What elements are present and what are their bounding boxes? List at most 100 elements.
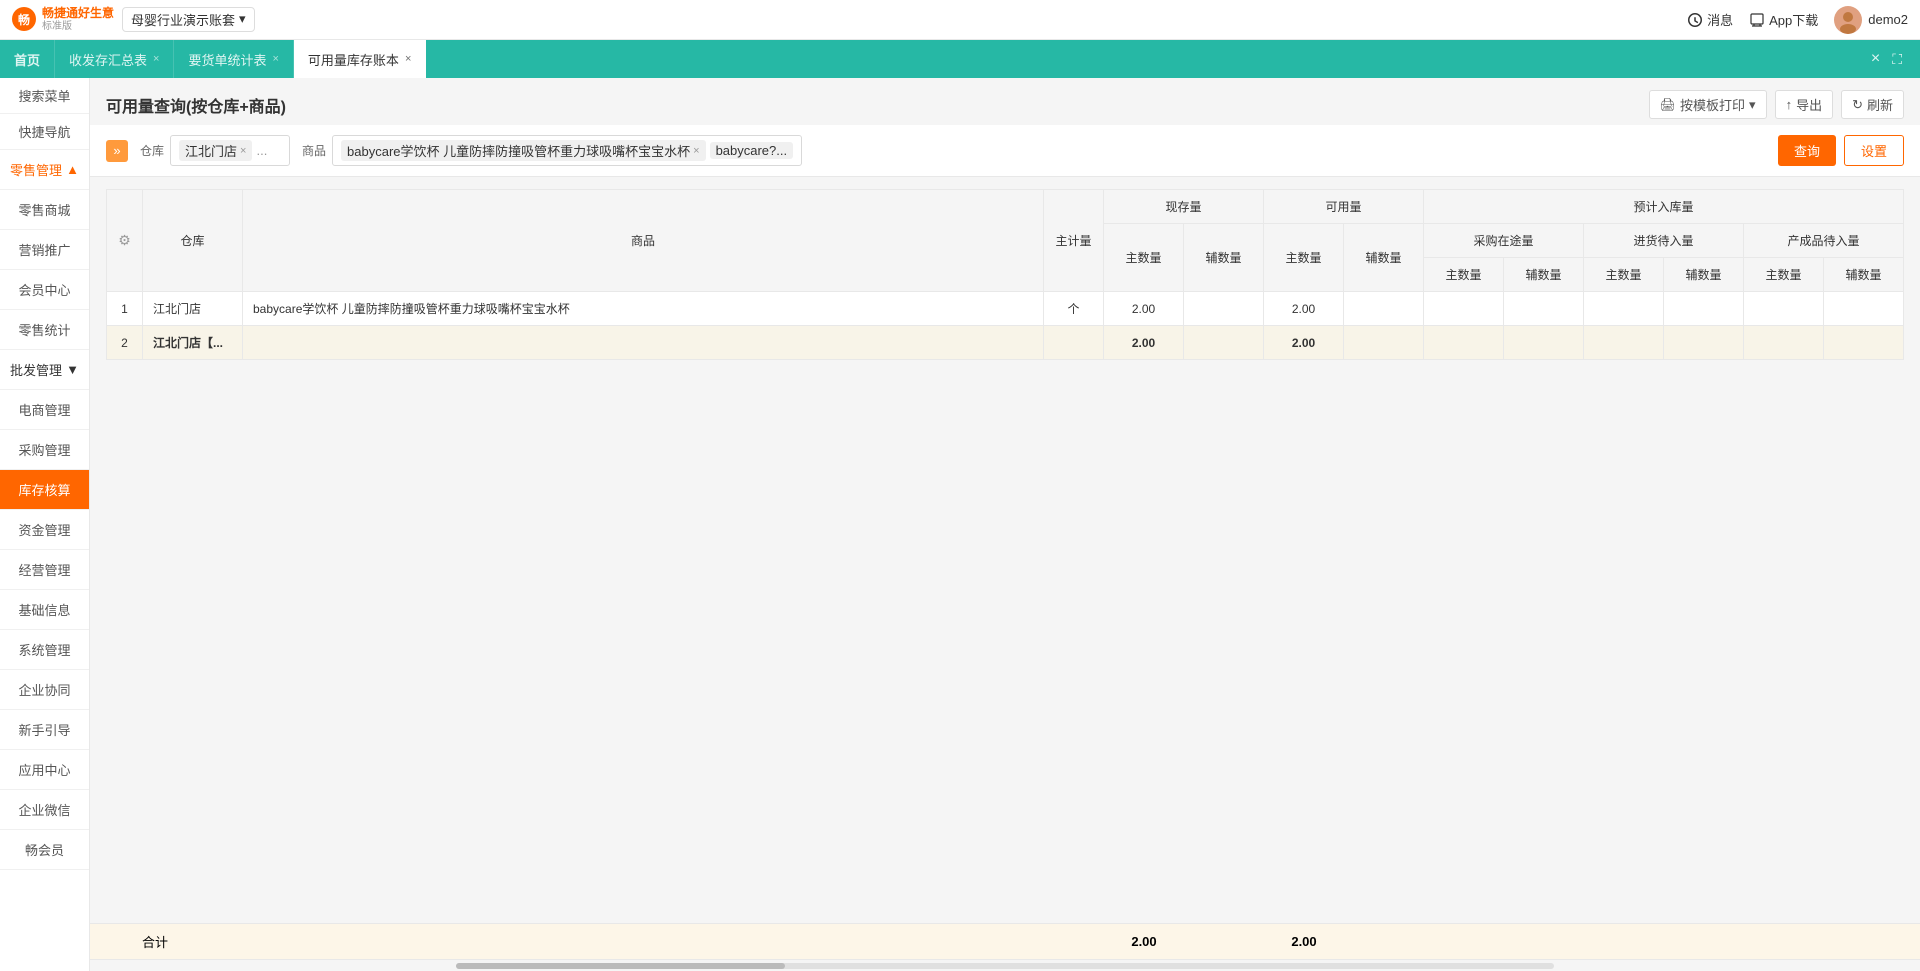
sidebar-item-purchase[interactable]: 采购管理 — [0, 430, 89, 470]
warehouse-tag-value: 江北门店 — [185, 141, 237, 160]
row2-incoming-main — [1584, 326, 1664, 360]
product-tag1-close[interactable]: × — [693, 145, 699, 157]
th-incoming: 进货待入量 — [1584, 224, 1744, 258]
tab-shoufacun-label: 收发存汇总表 — [69, 50, 147, 69]
product-filter: 商品 babycare学饮杯 儿童防摔防撞吸管杯重力球吸嘴杯宝宝水杯 × bab… — [302, 135, 802, 166]
close-all-tabs-button[interactable]: × — [1865, 50, 1886, 68]
sidebar-item-basic-info[interactable]: 基础信息 — [0, 590, 89, 630]
sidebar-item-new-guide[interactable]: 新手引导 — [0, 710, 89, 750]
print-template-label: 按模板打印 — [1680, 95, 1745, 114]
row1-stock-main: 2.00 — [1104, 292, 1184, 326]
retail-mgmt-label: 零售管理 — [10, 160, 62, 179]
template-value: 母婴行业演示账套 — [131, 10, 235, 29]
product-tag2: babycare?... — [710, 142, 794, 159]
th-current-stock: 现存量 — [1104, 190, 1264, 224]
tab-home-label: 首页 — [14, 50, 40, 69]
sidebar-item-retail-stats[interactable]: 零售统计 — [0, 310, 89, 350]
sidebar-item-ecommerce[interactable]: 电商管理 — [0, 390, 89, 430]
filter-actions: 查询 设置 — [1778, 135, 1904, 166]
row2-pur-transit-main — [1424, 326, 1504, 360]
row2-product — [243, 326, 1044, 360]
sidebar-item-enterprise-wechat[interactable]: 企业微信 — [0, 790, 89, 830]
horizontal-scrollbar[interactable] — [90, 959, 1920, 971]
sidebar-item-finance[interactable]: 资金管理 — [0, 510, 89, 550]
product-label: 商品 — [302, 142, 326, 159]
avatar — [1834, 6, 1862, 34]
footer-avail-main: 2.00 — [1264, 934, 1344, 949]
filter-expand-button[interactable]: » — [106, 140, 128, 162]
refresh-button[interactable]: ↻ 刷新 — [1841, 90, 1904, 119]
tab-home[interactable]: 首页 — [0, 40, 55, 78]
footer-stock-main: 2.00 — [1104, 934, 1184, 949]
warehouse-tag: 江北门店 × — [179, 140, 252, 161]
app-download-button[interactable]: App下载 — [1749, 10, 1818, 29]
refresh-icon: ↻ — [1852, 97, 1863, 113]
sidebar-item-enterprise-collab[interactable]: 企业协同 — [0, 670, 89, 710]
row2-finished-main — [1744, 326, 1824, 360]
row1-avail-main: 2.00 — [1264, 292, 1344, 326]
row2-avail-main: 2.00 — [1264, 326, 1344, 360]
sidebar-item-operations[interactable]: 经营管理 — [0, 550, 89, 590]
logo-title: 畅捷通好生意 — [42, 6, 114, 20]
warehouse-tag-close[interactable]: × — [240, 145, 246, 157]
main-layout: 搜索菜单 快捷导航 零售管理 ▲ 零售商城 营销推广 会员中心 零售统计 批发管… — [0, 78, 1920, 971]
query-button[interactable]: 查询 — [1778, 135, 1836, 166]
gear-icon[interactable]: ⚙ — [118, 232, 131, 248]
export-button[interactable]: ↑ 导出 — [1775, 90, 1834, 119]
tab-available-label: 可用量库存账本 — [308, 50, 399, 69]
row1-unit: 个 — [1044, 292, 1104, 326]
top-bar-left: 畅 畅捷通好生意 标准版 母婴行业演示账套 ▾ — [12, 6, 255, 32]
row1-num: 1 — [107, 292, 143, 326]
sidebar-item-retail-mall[interactable]: 零售商城 — [0, 190, 89, 230]
tab-available[interactable]: 可用量库存账本 × — [294, 40, 426, 78]
export-icon: ↑ — [1786, 97, 1793, 112]
nav-tab-actions: × ⛶ — [1853, 40, 1920, 78]
th-pur-transit-aux: 辅数量 — [1504, 258, 1584, 292]
row1-finished-main — [1744, 292, 1824, 326]
sidebar-item-marketing[interactable]: 营销推广 — [0, 230, 89, 270]
template-select[interactable]: 母婴行业演示账套 ▾ — [122, 7, 255, 32]
sidebar: 搜索菜单 快捷导航 零售管理 ▲ 零售商城 营销推广 会员中心 零售统计 批发管… — [0, 78, 90, 971]
sidebar-item-member-center[interactable]: 会员中心 — [0, 270, 89, 310]
tab-available-close[interactable]: × — [405, 53, 411, 65]
product-tag2-value: babycare?... — [716, 143, 788, 158]
tab-yaohuo-close[interactable]: × — [272, 53, 278, 65]
th-finished-aux: 辅数量 — [1824, 258, 1904, 292]
message-button[interactable]: 消息 — [1687, 10, 1733, 29]
sidebar-item-wholesale-mgmt[interactable]: 批发管理 ▼ — [0, 350, 89, 390]
row1-pur-transit-aux — [1504, 292, 1584, 326]
app-download-label: App下载 — [1769, 10, 1818, 29]
scroll-track — [456, 963, 1554, 969]
export-label: 导出 — [1796, 95, 1822, 114]
refresh-label: 刷新 — [1867, 95, 1893, 114]
sidebar-item-inventory[interactable]: 库存核算 — [0, 470, 89, 510]
settings-button[interactable]: 设置 — [1844, 135, 1904, 166]
th-pur-transit-main: 主数量 — [1424, 258, 1504, 292]
th-pur-transit: 采购在途量 — [1424, 224, 1584, 258]
row2-unit — [1044, 326, 1104, 360]
product-tag1: babycare学饮杯 儿童防摔防撞吸管杯重力球吸嘴杯宝宝水杯 × — [341, 140, 706, 161]
th-finished-main: 主数量 — [1744, 258, 1824, 292]
sidebar-item-quick-nav[interactable]: 快捷导航 — [0, 114, 89, 150]
scroll-thumb[interactable] — [456, 963, 785, 969]
th-available: 可用量 — [1264, 190, 1424, 224]
tab-yaohuo[interactable]: 要货单统计表 × — [174, 40, 293, 78]
warehouse-input[interactable]: 江北门店 × ... — [170, 135, 290, 166]
warehouse-dots[interactable]: ... — [256, 143, 267, 158]
sidebar-item-app-center[interactable]: 应用中心 — [0, 750, 89, 790]
sidebar-quick-nav-label: 快捷导航 — [18, 125, 70, 140]
sidebar-item-chang-member[interactable]: 畅会员 — [0, 830, 89, 870]
row2-incoming-aux — [1664, 326, 1744, 360]
sidebar-item-search-menu[interactable]: 搜索菜单 — [0, 78, 89, 114]
sidebar-item-system[interactable]: 系统管理 — [0, 630, 89, 670]
fullscreen-button[interactable]: ⛶ — [1886, 51, 1908, 68]
user-area[interactable]: demo2 — [1834, 6, 1908, 34]
sidebar-item-retail-mgmt[interactable]: 零售管理 ▲ — [0, 150, 89, 190]
tab-shoufacun-close[interactable]: × — [153, 53, 159, 65]
row2-num: 2 — [107, 326, 143, 360]
product-input[interactable]: babycare学饮杯 儿童防摔防撞吸管杯重力球吸嘴杯宝宝水杯 × babyca… — [332, 135, 802, 166]
print-template-button[interactable]: 🖨 按模板打印 ▾ — [1649, 90, 1767, 119]
tab-shoufacun[interactable]: 收发存汇总表 × — [55, 40, 174, 78]
th-incoming-aux: 辅数量 — [1664, 258, 1744, 292]
top-bar: 畅 畅捷通好生意 标准版 母婴行业演示账套 ▾ 消息 App下载 demo2 — [0, 0, 1920, 40]
